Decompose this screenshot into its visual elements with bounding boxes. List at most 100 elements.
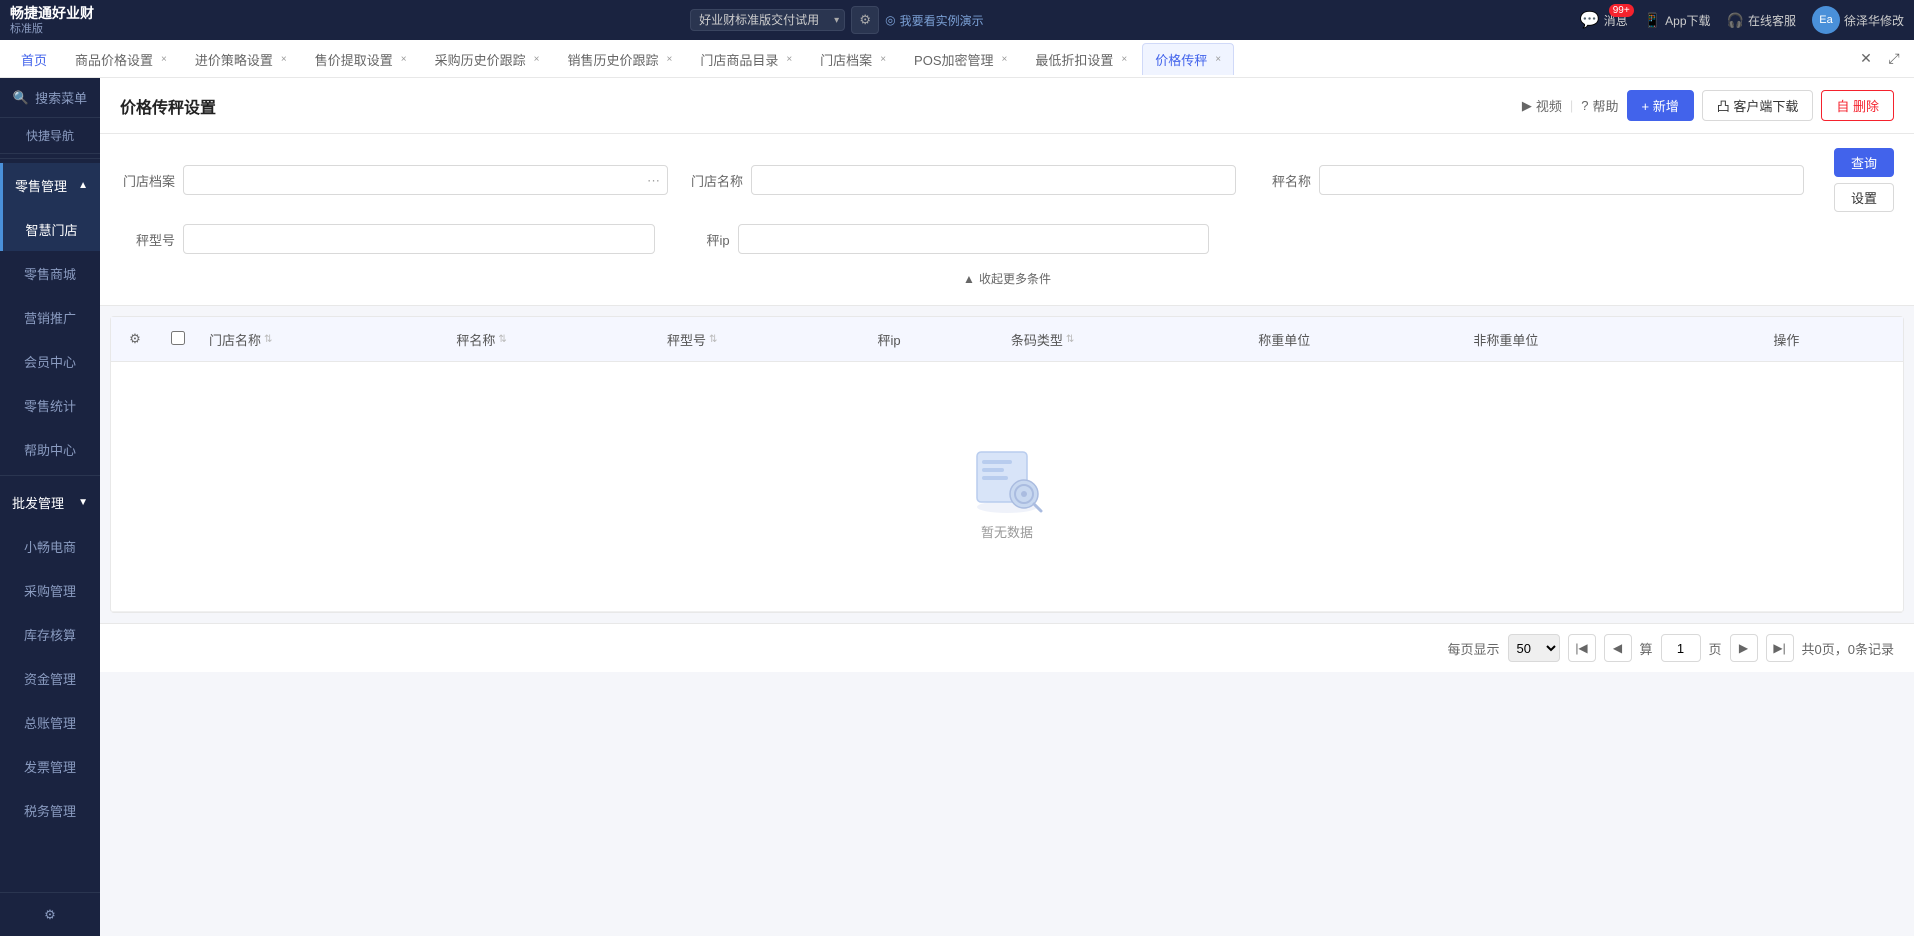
tab-sales-history[interactable]: 销售历史价跟踪 × [554,43,685,75]
search-menu[interactable]: 🔍 搜索菜单 [0,78,100,118]
page-number-input[interactable] [1661,634,1701,662]
tab-pos-security[interactable]: POS加密管理 × [901,43,1020,75]
table-settings-icon[interactable]: ⚙ [123,327,147,351]
filter-scale-name-label: 秤名称 [1256,171,1311,190]
sidebar-settings-button[interactable]: ⚙ [0,892,100,936]
sidebar-item-marketing[interactable]: 营销推广 [0,295,100,339]
col-scale-type-header: 秤型号 ⇅ [655,317,866,362]
tab-purchase-history[interactable]: 采购历史价跟踪 × [422,43,553,75]
prev-page-button[interactable]: ◀ [1604,634,1632,662]
collapse-button[interactable]: ▲ 收起更多条件 [963,270,1051,287]
col-checkbox-header [159,317,197,362]
page-label: 算 [1640,639,1653,658]
add-button[interactable]: + 新增 [1627,90,1694,121]
col-store-name-header: 门店名称 ⇅ [197,317,444,362]
page-label2: 页 [1709,639,1722,658]
query-button[interactable]: 查询 [1834,148,1894,177]
tab-sale-price[interactable]: 售价提取设置 × [302,43,420,75]
sidebar-divider-2 [0,475,100,476]
sidebar-item-purchase[interactable]: 采购管理 [0,568,100,612]
version-settings-button[interactable]: ⚙ [851,6,879,34]
tab-store-file[interactable]: 门店档案 × [807,43,899,75]
sort-scale-type-icon[interactable]: ⇅ [709,334,717,345]
tab-close-store-catalog[interactable]: × [786,54,792,65]
filter-store-file-dots-icon[interactable]: ··· [647,173,660,188]
tab-store-catalog[interactable]: 门店商品目录 × [687,43,805,75]
next-page-button[interactable]: ▶ [1730,634,1758,662]
maximize-tab-button[interactable]: ⤢ [1882,47,1906,71]
sort-barcode-type-icon[interactable]: ⇅ [1066,334,1074,345]
sidebar-item-retail-mall[interactable]: 零售商城 [0,251,100,295]
filter-store-name: 门店名称 [688,165,1236,195]
tab-min-discount[interactable]: 最低折扣设置 × [1022,43,1140,75]
user-menu[interactable]: Ea 徐泽华修改 [1812,6,1904,34]
sidebar-item-inventory[interactable]: 库存核算 [0,612,100,656]
filter-scale-name: 秤名称 [1256,165,1804,195]
tab-close-purchase-strategy[interactable]: × [281,54,287,65]
filter-scale-name-input[interactable] [1319,165,1804,195]
quick-nav[interactable]: 快捷导航 [0,118,100,154]
pagination: 每页显示 50 10 20 100 |◀ ◀ 算 页 ▶ ▶| 共0页，0条记录 [100,623,1914,672]
tab-close-min-discount[interactable]: × [1121,54,1127,65]
app-download-button[interactable]: 📱 App下载 [1644,12,1711,29]
table-header: ⚙ 门店名称 ⇅ 秤名称 [111,317,1903,362]
filter-store-file-input[interactable] [183,165,668,195]
tab-close-goods-price[interactable]: × [161,54,167,65]
page-actions: ▶ 视频 | ? 帮助 + 新增 凸 客户端下载 自 删除 [1522,90,1894,121]
filter-scale-ip-input[interactable] [738,224,1210,254]
divider-1: | [1570,98,1573,113]
sort-scale-name-icon[interactable]: ⇅ [498,334,506,345]
sidebar-item-tax[interactable]: 税务管理 [0,788,100,832]
delete-button[interactable]: 自 删除 [1821,90,1894,121]
message-button[interactable]: 💬 消息 99+ [1580,10,1628,30]
tab-close-sales-history[interactable]: × [666,54,672,65]
page-size-select[interactable]: 50 10 20 100 [1508,634,1560,662]
filter-row-2: 秤型号 秤ip [120,224,1894,254]
tab-price-transfer[interactable]: 价格传秤 × [1142,43,1234,75]
filter-query-buttons: 查询 设置 [1834,148,1894,212]
tab-close-store-file[interactable]: × [880,54,886,65]
version-select-wrapper[interactable]: 好业财标准版交付试用 [690,9,845,31]
first-page-button[interactable]: |◀ [1568,634,1596,662]
tab-close-pos-security[interactable]: × [1002,54,1008,65]
collapse-row: ▲ 收起更多条件 [120,266,1894,291]
help-link[interactable]: ? 帮助 [1581,96,1618,115]
tab-goods-price[interactable]: 商品价格设置 × [62,43,180,75]
settings-query-button[interactable]: 设置 [1834,183,1894,212]
filter-scale-type-label: 秤型号 [120,230,175,249]
sidebar-item-smart-store[interactable]: 智慧门店 [0,207,100,251]
sidebar-item-xiao-chang[interactable]: 小畅电商 [0,524,100,568]
tab-close-purchase-history[interactable]: × [534,54,540,65]
sidebar-item-finance[interactable]: 资金管理 [0,656,100,700]
demo-link[interactable]: ◎ 我要看实例演示 [885,12,984,29]
top-bar: 畅捷通好业财 标准版 好业财标准版交付试用 ⚙ ◎ 我要看实例演示 💬 消息 9… [0,0,1914,40]
sidebar-item-invoice[interactable]: 发票管理 [0,744,100,788]
col-weight-unit-header: 称重单位 [1246,317,1461,362]
last-page-button[interactable]: ▶| [1766,634,1794,662]
select-all-checkbox[interactable] [171,331,185,345]
version-select[interactable]: 好业财标准版交付试用 [690,9,845,31]
tab-purchase-strategy[interactable]: 进价策略设置 × [182,43,300,75]
online-service-button[interactable]: 🎧 在线客服 [1727,12,1796,29]
sidebar-item-general-ledger[interactable]: 总账管理 [0,700,100,744]
empty-illustration [962,432,1052,522]
sidebar: 🔍 搜索菜单 快捷导航 零售管理 ▲ 智慧门店 零售商城 营销推广 会员中心 零… [0,78,100,936]
download-button[interactable]: 凸 客户端下载 [1702,90,1814,121]
video-link[interactable]: ▶ 视频 [1522,96,1562,115]
filter-store-name-input[interactable] [751,165,1236,195]
sidebar-item-member-center[interactable]: 会员中心 [0,339,100,383]
filter-scale-type-input[interactable] [183,224,655,254]
tab-home[interactable]: 首页 [8,43,60,75]
table-body: 暂无数据 [111,362,1903,612]
total-info: 共0页，0条记录 [1802,639,1894,658]
sidebar-item-help-center[interactable]: 帮助中心 [0,427,100,471]
tab-bar-actions: ✕ ⤢ [1854,47,1906,71]
filter-row-1: 门店档案 ··· 门店名称 秤名称 查询 [120,148,1894,212]
sidebar-item-retail-management[interactable]: 零售管理 ▲ [0,163,100,207]
sidebar-item-retail-stats[interactable]: 零售统计 [0,383,100,427]
sort-store-name-icon[interactable]: ⇅ [264,334,272,345]
tab-close-sale-price[interactable]: × [401,54,407,65]
sidebar-item-wholesale[interactable]: 批发管理 ▼ [0,480,100,524]
tab-close-price-transfer[interactable]: × [1215,54,1221,65]
close-tab-button[interactable]: ✕ [1854,47,1878,71]
